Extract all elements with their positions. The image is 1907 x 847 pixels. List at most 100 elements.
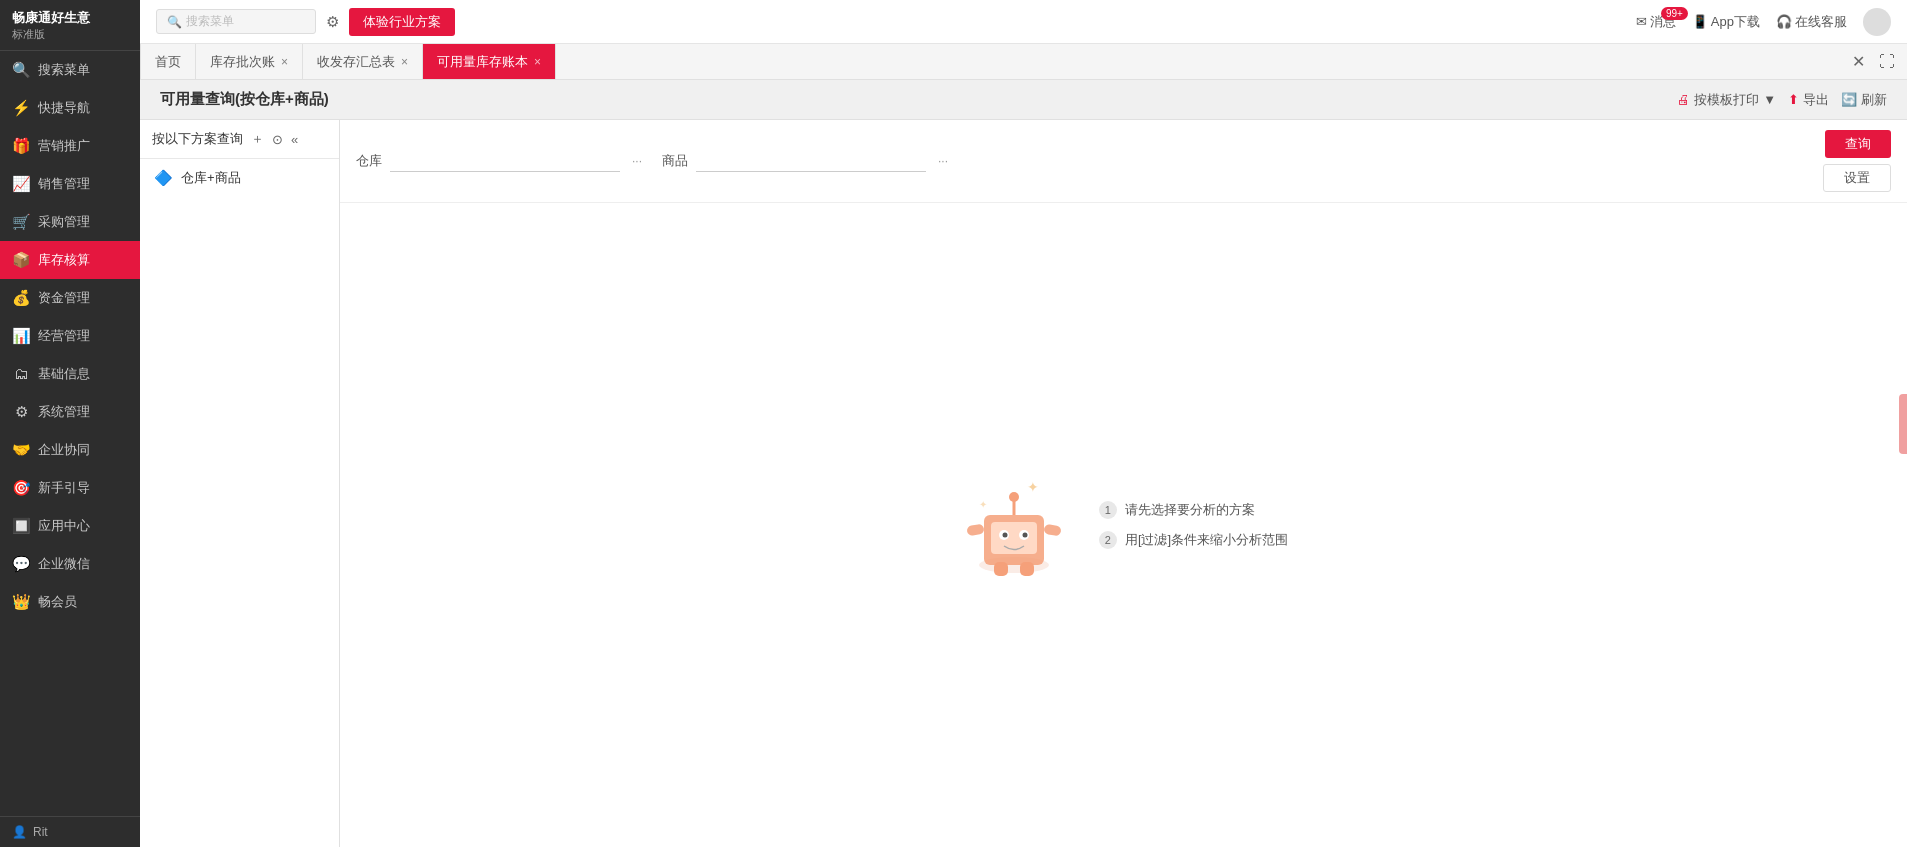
empty-step2-text: 用[过滤]条件来缩小分析范围 [1125, 531, 1288, 549]
filter-item-label: 仓库+商品 [181, 169, 241, 187]
refresh-label: 刷新 [1861, 91, 1887, 109]
tabs-actions: ✕ ⛶ [1848, 50, 1907, 73]
goods-label: 商品 [662, 152, 688, 170]
sidebar-item-member[interactable]: 👑 畅会员 [0, 583, 140, 621]
filter-collapse-icon[interactable]: « [291, 132, 298, 147]
sidebar-item-search[interactable]: 🔍 搜索菜单 [0, 51, 140, 89]
sidebar-item-sales[interactable]: 📈 销售管理 [0, 165, 140, 203]
tab-receipt-summary[interactable]: 收发存汇总表 × [303, 44, 423, 79]
page-header-actions: 🖨 按模板打印 ▼ ⬆ 导出 🔄 刷新 [1677, 91, 1887, 109]
sidebar-item-basic[interactable]: 🗂 基础信息 [0, 355, 140, 393]
settings-btn[interactable]: 设置 [1823, 164, 1891, 192]
svg-point-6 [1022, 533, 1027, 538]
user-name: Rit [33, 825, 48, 839]
main-area: 🔍 搜索菜单 ⚙ 体验行业方案 ✉ 消息 99+ 📱 App下载 🎧 在线客服 [140, 0, 1907, 847]
sidebar-icon-operation: 📊 [12, 327, 30, 345]
tab-available-ledger-close[interactable]: × [534, 55, 541, 69]
user-avatar-topbar[interactable] [1863, 8, 1891, 36]
svg-rect-11 [994, 562, 1008, 576]
sidebar-item-operation[interactable]: 📊 经营管理 [0, 317, 140, 355]
sidebar-item-inventory[interactable]: 📦 库存核算 [0, 241, 140, 279]
warehouse-label: 仓库 [356, 152, 382, 170]
sidebar-logo: 畅康通好生意 标准版 [0, 0, 140, 51]
messages-btn[interactable]: ✉ 消息 99+ [1636, 13, 1676, 31]
sidebar-label-appstore: 应用中心 [38, 517, 90, 535]
user-avatar: 👤 [12, 825, 27, 839]
warehouse-input[interactable] [390, 150, 620, 172]
sidebar-icon-appstore: 🔲 [12, 517, 30, 535]
sidebar-icon-marketing: 🎁 [12, 137, 30, 155]
filter-settings-icon[interactable]: ⊙ [272, 132, 283, 147]
svg-text:✦: ✦ [1027, 479, 1039, 495]
sidebar-label-finance: 资金管理 [38, 289, 90, 307]
svg-rect-9 [966, 524, 984, 537]
refresh-btn[interactable]: 🔄 刷新 [1841, 91, 1887, 109]
topbar-right: ✉ 消息 99+ 📱 App下载 🎧 在线客服 [1636, 8, 1891, 36]
goods-input[interactable] [696, 150, 926, 172]
sidebar-item-coop[interactable]: 🤝 企业协同 [0, 431, 140, 469]
tab-available-ledger[interactable]: 可用量库存账本 × [423, 44, 556, 79]
sidebar-item-newbie[interactable]: 🎯 新手引导 [0, 469, 140, 507]
filter-add-icon[interactable]: ＋ [251, 130, 264, 148]
query-area: 仓库 ··· 商品 ··· 查询 设置 [340, 120, 1907, 847]
content-area: 按以下方案查询 ＋ ⊙ « 🔷 仓库+商品 仓库 ··· 商品 [140, 120, 1907, 847]
sidebar-label-shortcut: 快捷导航 [38, 99, 90, 117]
sidebar-item-finance[interactable]: 💰 资金管理 [0, 279, 140, 317]
tab-close-icon[interactable]: ✕ [1848, 50, 1869, 73]
sidebar-item-marketing[interactable]: 🎁 营销推广 [0, 127, 140, 165]
industry-btn[interactable]: 体验行业方案 [349, 8, 455, 36]
tab-home[interactable]: 首页 [140, 44, 196, 79]
export-label: 导出 [1803, 91, 1829, 109]
sidebar-item-system[interactable]: ⚙ 系统管理 [0, 393, 140, 431]
tab-batch-ledger[interactable]: 库存批次账 × [196, 44, 303, 79]
app-download-btn[interactable]: 📱 App下载 [1692, 13, 1760, 31]
export-btn[interactable]: ⬆ 导出 [1788, 91, 1829, 109]
sidebar-item-purchase[interactable]: 🛒 采购管理 [0, 203, 140, 241]
tab-batch-ledger-close[interactable]: × [281, 55, 288, 69]
tab-receipt-summary-close[interactable]: × [401, 55, 408, 69]
sidebar-item-wechat[interactable]: 💬 企业微信 [0, 545, 140, 583]
sidebar-icon-sales: 📈 [12, 175, 30, 193]
sidebar-item-appstore[interactable]: 🔲 应用中心 [0, 507, 140, 545]
sidebar-label-wechat: 企业微信 [38, 555, 90, 573]
goods-field: 商品 ··· [662, 150, 952, 172]
right-scroll-indicator [1899, 394, 1907, 454]
query-bar: 仓库 ··· 商品 ··· 查询 设置 [340, 120, 1907, 203]
svg-point-8 [1009, 492, 1019, 502]
tabs-bar: 首页 库存批次账 × 收发存汇总表 × 可用量库存账本 × ✕ ⛶ [140, 44, 1907, 80]
sidebar-item-shortcut[interactable]: ⚡ 快捷导航 [0, 89, 140, 127]
sidebar-icon-search: 🔍 [12, 61, 30, 79]
page-header: 可用量查询(按仓库+商品) 🖨 按模板打印 ▼ ⬆ 导出 🔄 刷新 [140, 80, 1907, 120]
print-btn[interactable]: 🖨 按模板打印 ▼ [1677, 91, 1776, 109]
tab-home-label: 首页 [155, 53, 181, 71]
goods-more-btn[interactable]: ··· [934, 154, 952, 168]
sidebar-label-purchase: 采购管理 [38, 213, 90, 231]
topbar-gear-icon[interactable]: ⚙ [326, 13, 339, 31]
topbar-search[interactable]: 🔍 搜索菜单 [156, 9, 316, 34]
online-service-btn[interactable]: 🎧 在线客服 [1776, 13, 1847, 31]
sidebar: 畅康通好生意 标准版 🔍 搜索菜单 ⚡ 快捷导航 🎁 营销推广 📈 销售管理 🛒… [0, 0, 140, 847]
online-service-label: 在线客服 [1795, 13, 1847, 31]
print-dropdown-icon[interactable]: ▼ [1763, 92, 1776, 107]
tab-receipt-summary-label: 收发存汇总表 [317, 53, 395, 71]
sidebar-label-member: 畅会员 [38, 593, 77, 611]
sidebar-label-operation: 经营管理 [38, 327, 90, 345]
warehouse-field: 仓库 ··· [356, 150, 646, 172]
svg-text:✦: ✦ [979, 499, 987, 510]
messages-badge: 99+ [1661, 7, 1688, 20]
sidebar-icon-newbie: 🎯 [12, 479, 30, 497]
filter-item-warehouse-goods[interactable]: 🔷 仓库+商品 [140, 159, 339, 197]
warehouse-more-btn[interactable]: ··· [628, 154, 646, 168]
topbar: 🔍 搜索菜单 ⚙ 体验行业方案 ✉ 消息 99+ 📱 App下载 🎧 在线客服 [140, 0, 1907, 44]
query-btn[interactable]: 查询 [1825, 130, 1891, 158]
app-edition: 标准版 [12, 27, 128, 42]
tab-maximize-icon[interactable]: ⛶ [1875, 51, 1899, 73]
filter-title: 按以下方案查询 [152, 130, 243, 148]
sidebar-label-sales: 销售管理 [38, 175, 90, 193]
page-title: 可用量查询(按仓库+商品) [160, 90, 329, 109]
filter-item-icon: 🔷 [154, 169, 173, 187]
sidebar-icon-wechat: 💬 [12, 555, 30, 573]
search-icon: 🔍 [167, 15, 182, 29]
empty-text: 1 请先选择要分析的方案 2 用[过滤]条件来缩小分析范围 [1099, 501, 1288, 549]
step-num-2: 2 [1099, 531, 1117, 549]
